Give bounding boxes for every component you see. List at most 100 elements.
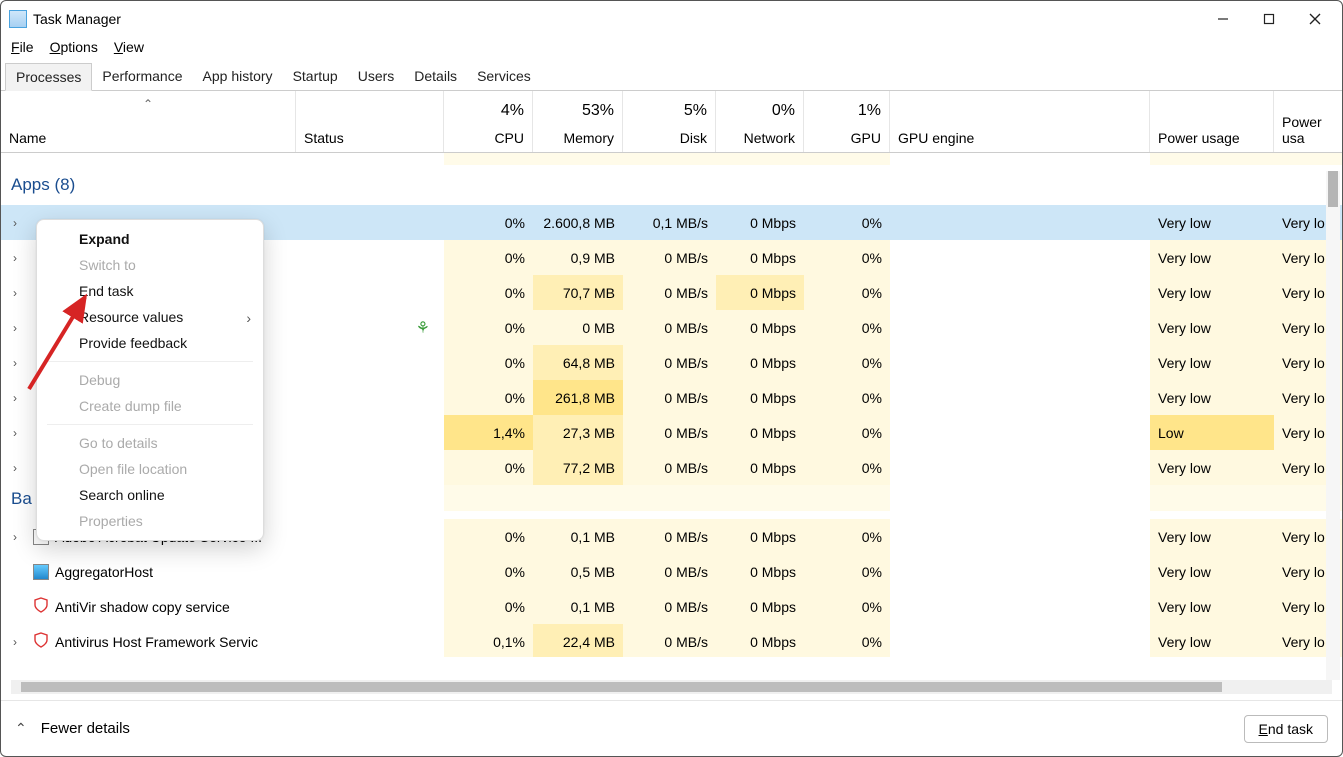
- cell-net: 0 Mbps: [716, 205, 804, 240]
- cell-pu: Very low: [1150, 205, 1274, 240]
- ctx-go-to-details: Go to details: [37, 430, 263, 456]
- title-bar: Task Manager: [1, 1, 1342, 37]
- chevron-right-icon[interactable]: ›: [13, 251, 27, 265]
- table-row[interactable]: AggregatorHost0%0,5 MB0 MB/s0 Mbps0%Very…: [1, 554, 1342, 589]
- chevron-right-icon[interactable]: ›: [13, 216, 27, 230]
- tab-performance[interactable]: Performance: [92, 63, 192, 90]
- cell-gpu-engine: [890, 519, 1150, 554]
- cell-pu: Very low: [1150, 624, 1274, 657]
- col-network[interactable]: 0% Network: [716, 91, 804, 152]
- chevron-up-icon[interactable]: ⌃: [15, 720, 27, 737]
- cell-pu: Very low: [1150, 240, 1274, 275]
- cell-gpu: 0%: [804, 240, 890, 275]
- end-task-button[interactable]: End task: [1244, 715, 1328, 743]
- ctx-end-task[interactable]: End task: [37, 278, 263, 304]
- cell-gpu-engine: [890, 345, 1150, 380]
- cell-disk: 0 MB/s: [623, 415, 716, 450]
- chevron-right-icon[interactable]: ›: [13, 391, 27, 405]
- menu-options[interactable]: Options: [50, 39, 98, 55]
- col-name[interactable]: ⌃ Name: [1, 91, 296, 152]
- cell-gpu: 0%: [804, 310, 890, 345]
- cell-disk: 0 MB/s: [623, 554, 716, 589]
- cell-cpu: 0,1%: [444, 624, 533, 657]
- cell-status: [296, 240, 444, 275]
- ctx-resource-values[interactable]: Resource values›: [37, 304, 263, 330]
- chevron-right-icon[interactable]: ›: [13, 356, 27, 370]
- tab-bar: Processes Performance App history Startu…: [1, 63, 1342, 91]
- col-power-usage-trend[interactable]: Power usa: [1274, 91, 1342, 152]
- chevron-right-icon[interactable]: ›: [13, 286, 27, 300]
- chevron-right-icon[interactable]: ›: [13, 321, 27, 335]
- tab-services[interactable]: Services: [467, 63, 541, 90]
- spacer-row: [1, 153, 1342, 165]
- cell-status: [296, 275, 444, 310]
- tab-app-history[interactable]: App history: [193, 63, 283, 90]
- cell-gpu: 0%: [804, 205, 890, 240]
- cell-net: 0 Mbps: [716, 450, 804, 485]
- col-status[interactable]: Status: [296, 91, 444, 152]
- cell-cpu: 0%: [444, 519, 533, 554]
- table-row[interactable]: AntiVir shadow copy service0%0,1 MB0 MB/…: [1, 589, 1342, 624]
- cell-net: 0 Mbps: [716, 310, 804, 345]
- ctx-switch-to: Switch to: [37, 252, 263, 278]
- cell-pu: Low: [1150, 415, 1274, 450]
- horizontal-scrollbar[interactable]: [11, 680, 1332, 694]
- menu-view[interactable]: View: [114, 39, 144, 55]
- tab-details[interactable]: Details: [404, 63, 467, 90]
- cell-mem: 77,2 MB: [533, 450, 623, 485]
- cell-status: [296, 450, 444, 485]
- cell-gpu: 0%: [804, 624, 890, 657]
- chevron-right-icon[interactable]: ›: [13, 426, 27, 440]
- col-disk[interactable]: 5% Disk: [623, 91, 716, 152]
- sort-indicator-icon: ⌃: [143, 97, 153, 111]
- window-title: Task Manager: [33, 11, 121, 27]
- ctx-provide-feedback[interactable]: Provide feedback: [37, 330, 263, 356]
- cell-pu: Very low: [1150, 519, 1274, 554]
- tab-users[interactable]: Users: [348, 63, 405, 90]
- cell-gpu-engine: [890, 205, 1150, 240]
- cell-gpu-engine: [890, 310, 1150, 345]
- cell-cpu: 0%: [444, 450, 533, 485]
- menu-file[interactable]: File: [11, 39, 34, 55]
- col-gpu-engine[interactable]: GPU engine: [890, 91, 1150, 152]
- cell-cpu: 0%: [444, 589, 533, 624]
- vertical-scrollbar[interactable]: [1326, 171, 1340, 680]
- col-cpu[interactable]: 4% CPU: [444, 91, 533, 152]
- col-power-usage[interactable]: Power usage: [1150, 91, 1274, 152]
- cell-gpu: 0%: [804, 450, 890, 485]
- cell-cpu: 0%: [444, 205, 533, 240]
- ctx-properties: Properties: [37, 508, 263, 534]
- tab-startup[interactable]: Startup: [283, 63, 348, 90]
- cell-status: [296, 589, 444, 624]
- cell-status: [296, 554, 444, 589]
- table-row[interactable]: ›Antivirus Host Framework Servic0,1%22,4…: [1, 624, 1342, 657]
- maximize-button[interactable]: [1246, 1, 1292, 37]
- ctx-debug: Debug: [37, 367, 263, 393]
- cell-mem: 22,4 MB: [533, 624, 623, 657]
- context-menu: Expand Switch to End task Resource value…: [36, 219, 264, 541]
- chevron-right-icon[interactable]: ›: [13, 635, 27, 649]
- cell-gpu: 0%: [804, 380, 890, 415]
- cell-status: [296, 519, 444, 554]
- shield-icon: [33, 632, 49, 651]
- cell-pu: Very low: [1150, 450, 1274, 485]
- cell-cpu: 1,4%: [444, 415, 533, 450]
- col-memory[interactable]: 53% Memory: [533, 91, 623, 152]
- ctx-expand[interactable]: Expand: [37, 226, 263, 252]
- close-button[interactable]: [1292, 1, 1338, 37]
- fewer-details-link[interactable]: Fewer details: [41, 720, 130, 737]
- tab-processes[interactable]: Processes: [5, 63, 92, 91]
- ctx-search-online[interactable]: Search online: [37, 482, 263, 508]
- group-apps[interactable]: Apps (8): [1, 165, 1342, 205]
- cell-cpu: 0%: [444, 554, 533, 589]
- cell-mem: 0,5 MB: [533, 554, 623, 589]
- chevron-right-icon[interactable]: ›: [13, 461, 27, 475]
- cell-name: AggregatorHost: [1, 554, 296, 589]
- cell-gpu: 0%: [804, 554, 890, 589]
- cell-pu: Very low: [1150, 554, 1274, 589]
- chevron-right-icon[interactable]: ›: [13, 530, 27, 544]
- col-gpu[interactable]: 1% GPU: [804, 91, 890, 152]
- minimize-button[interactable]: [1200, 1, 1246, 37]
- cell-mem: 27,3 MB: [533, 415, 623, 450]
- cell-disk: 0 MB/s: [623, 589, 716, 624]
